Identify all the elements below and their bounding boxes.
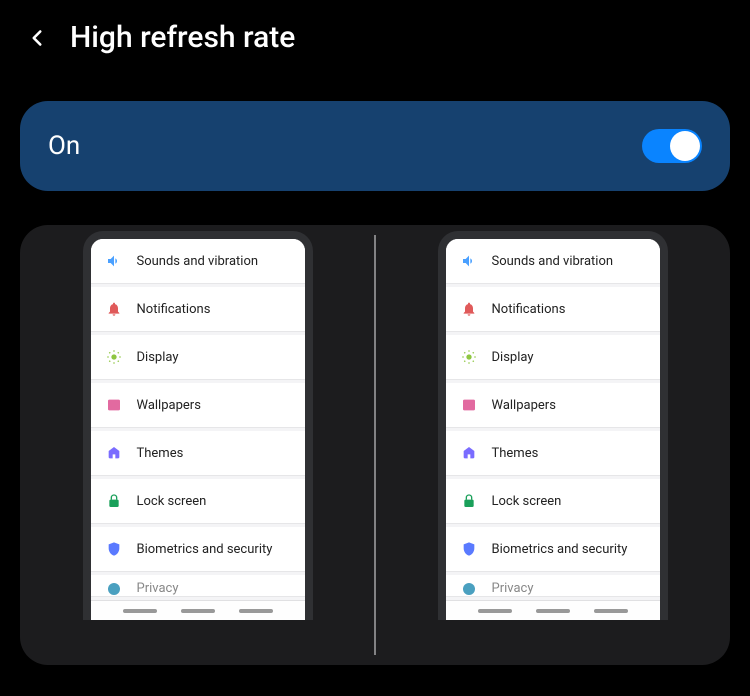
phone-mock-right: Sounds and vibration Notifications Display… bbox=[438, 231, 668, 620]
nav-recent bbox=[123, 609, 157, 613]
sound-icon bbox=[460, 252, 478, 270]
list-item: Display bbox=[446, 335, 660, 380]
image-icon bbox=[460, 396, 478, 414]
lock-icon bbox=[460, 492, 478, 510]
shield-icon bbox=[105, 540, 123, 558]
preview-panel: Sounds and vibration Notifications Display… bbox=[20, 225, 730, 665]
list-item: Themes bbox=[446, 431, 660, 476]
list-item-label: Lock screen bbox=[137, 494, 207, 509]
list-item: Notifications bbox=[446, 287, 660, 332]
list-item-label: Lock screen bbox=[492, 494, 562, 509]
page-title: High refresh rate bbox=[70, 20, 295, 55]
header: High refresh rate bbox=[0, 0, 750, 83]
list-item: Sounds and vibration bbox=[446, 239, 660, 284]
list-item: Lock screen bbox=[91, 479, 305, 524]
list-item-label: Sounds and vibration bbox=[492, 254, 614, 269]
list-item-label: Privacy bbox=[492, 581, 534, 596]
list-item: Notifications bbox=[91, 287, 305, 332]
list-item: Sounds and vibration bbox=[91, 239, 305, 284]
nav-back bbox=[239, 609, 273, 613]
settings-list: Sounds and vibration Notifications Display… bbox=[446, 239, 660, 597]
preview-divider bbox=[375, 235, 376, 655]
list-item-label: Wallpapers bbox=[492, 398, 556, 413]
nav-home bbox=[181, 609, 215, 613]
nav-home bbox=[536, 609, 570, 613]
settings-list: Sounds and vibration Notifications Display… bbox=[91, 239, 305, 597]
palette-icon bbox=[460, 444, 478, 462]
list-item: Lock screen bbox=[446, 479, 660, 524]
sound-icon bbox=[105, 252, 123, 270]
list-item-label: Privacy bbox=[137, 581, 179, 596]
list-item-label: Wallpapers bbox=[137, 398, 201, 413]
list-item-label: Themes bbox=[492, 446, 539, 461]
list-item: Biometrics and security bbox=[91, 527, 305, 572]
nav-bar bbox=[446, 600, 660, 620]
list-item: Wallpapers bbox=[446, 383, 660, 428]
nav-back bbox=[594, 609, 628, 613]
bell-icon bbox=[460, 300, 478, 318]
list-item: Privacy bbox=[91, 575, 305, 597]
privacy-icon bbox=[460, 580, 478, 598]
list-item: Wallpapers bbox=[91, 383, 305, 428]
back-icon[interactable] bbox=[24, 25, 50, 51]
lock-icon bbox=[105, 492, 123, 510]
list-item: Display bbox=[91, 335, 305, 380]
toggle-label: On bbox=[48, 131, 80, 161]
preview-left: Sounds and vibration Notifications Display… bbox=[20, 225, 375, 620]
palette-icon bbox=[105, 444, 123, 462]
list-item: Themes bbox=[91, 431, 305, 476]
nav-bar bbox=[91, 600, 305, 620]
master-toggle-card[interactable]: On bbox=[20, 101, 730, 191]
toggle-knob bbox=[670, 131, 700, 161]
bell-icon bbox=[105, 300, 123, 318]
list-item-label: Themes bbox=[137, 446, 184, 461]
phone-mock-left: Sounds and vibration Notifications Display… bbox=[83, 231, 313, 620]
list-item: Biometrics and security bbox=[446, 527, 660, 572]
list-item-label: Display bbox=[492, 350, 534, 365]
list-item-label: Notifications bbox=[492, 302, 566, 317]
list-item-label: Display bbox=[137, 350, 179, 365]
list-item-label: Biometrics and security bbox=[492, 542, 628, 557]
sun-icon bbox=[105, 348, 123, 366]
sun-icon bbox=[460, 348, 478, 366]
privacy-icon bbox=[105, 580, 123, 598]
list-item-label: Notifications bbox=[137, 302, 211, 317]
nav-recent bbox=[478, 609, 512, 613]
list-item-label: Biometrics and security bbox=[137, 542, 273, 557]
toggle-switch[interactable] bbox=[642, 129, 702, 163]
list-item-label: Sounds and vibration bbox=[137, 254, 259, 269]
preview-right: Sounds and vibration Notifications Display… bbox=[375, 225, 730, 620]
shield-icon bbox=[460, 540, 478, 558]
image-icon bbox=[105, 396, 123, 414]
list-item: Privacy bbox=[446, 575, 660, 597]
